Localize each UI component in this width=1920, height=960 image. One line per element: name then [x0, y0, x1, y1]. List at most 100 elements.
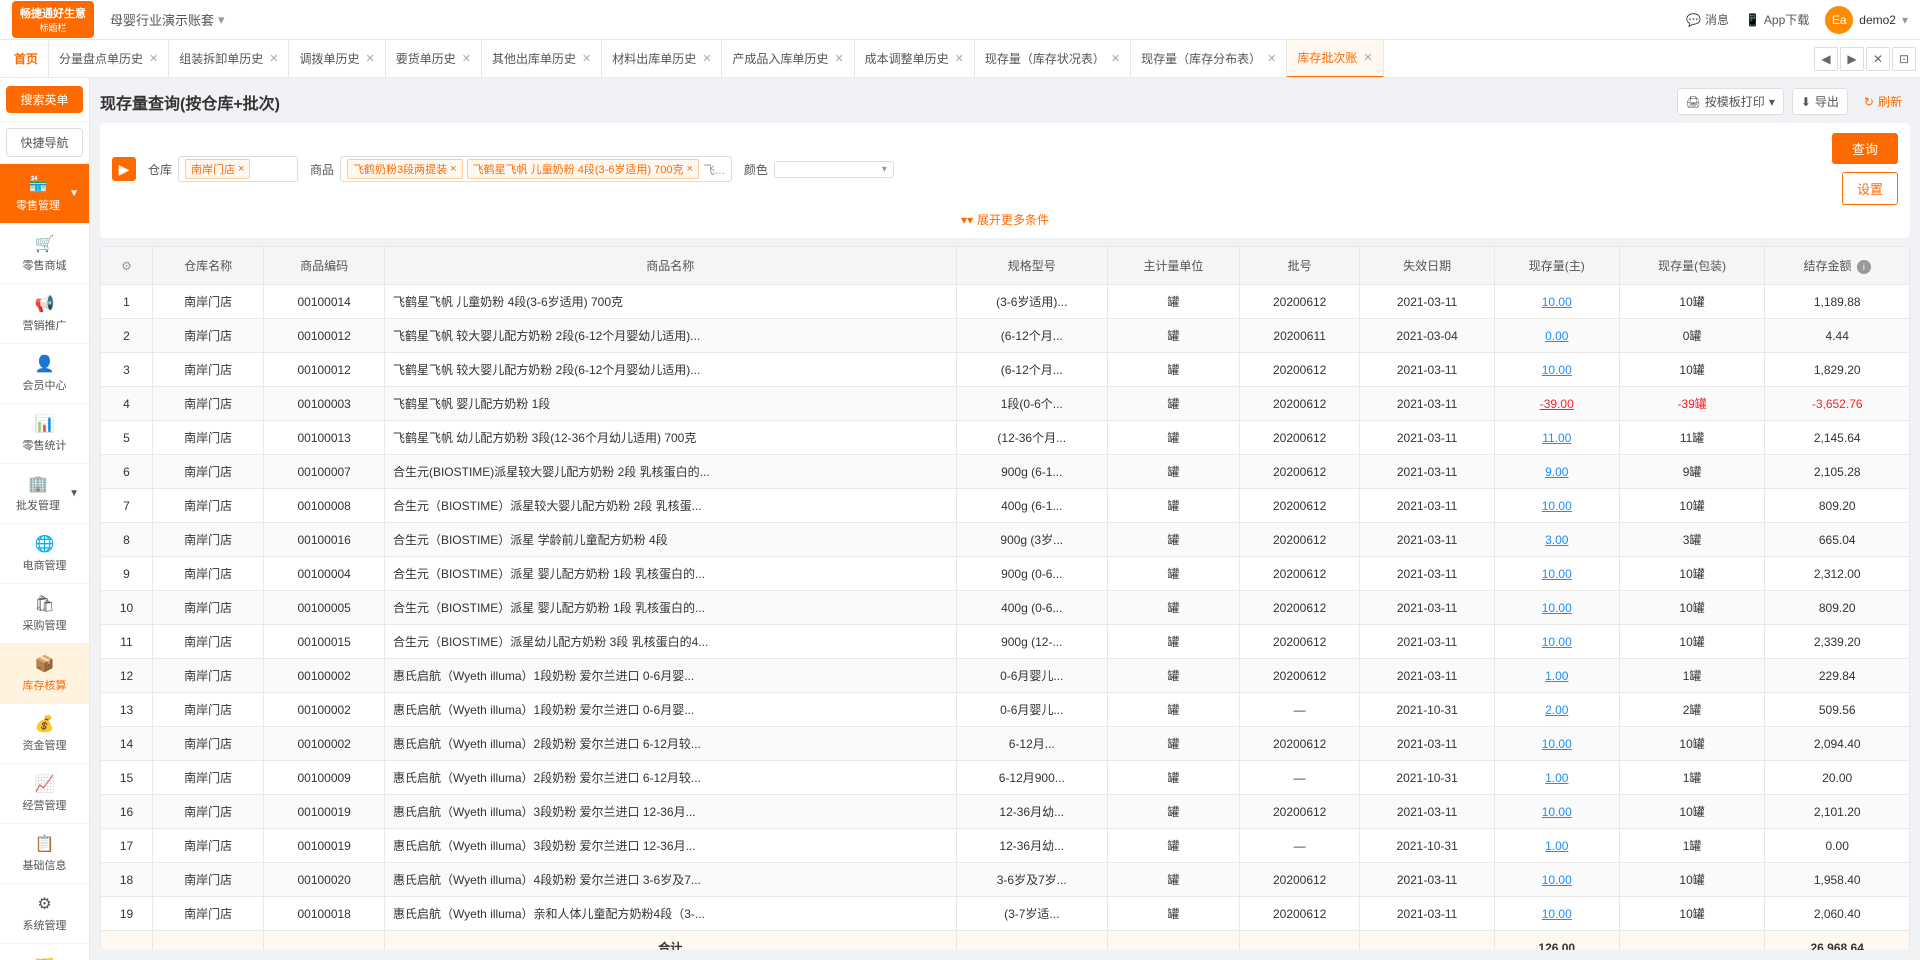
row-qty-main[interactable]: 10.00 [1494, 863, 1619, 897]
row-qty-main[interactable]: 10.00 [1494, 625, 1619, 659]
tab-8[interactable]: 成本调整单历史 ✕ [855, 40, 975, 78]
info-icon[interactable]: i [1857, 260, 1871, 274]
sidebar-item-basic-info[interactable]: 📋 基础信息 [0, 824, 89, 884]
row-qty-main[interactable]: 2.00 [1494, 693, 1619, 727]
sidebar-item-inventory[interactable]: 📦 库存核算 [0, 644, 89, 704]
company-dropdown[interactable]: 母婴行业演示账套 ▾ [110, 10, 225, 29]
sidebar-item-sys-mgmt[interactable]: ⚙ 系统管理 [0, 884, 89, 944]
tab-close-icon[interactable]: ✕ [366, 52, 375, 65]
row-qty-main[interactable]: 1.00 [1494, 761, 1619, 795]
row-qty-pkg: 10罐 [1619, 863, 1765, 897]
print-button[interactable]: 🖨 按模板打印 ▾ [1677, 88, 1784, 115]
color-label: 颜色 [744, 161, 768, 178]
user-avatar-area[interactable]: Ea demo2 ▾ [1825, 6, 1908, 34]
tab-4[interactable]: 要货单历史 ✕ [386, 40, 482, 78]
tab-next-button[interactable]: ▶ [1840, 47, 1864, 71]
marketing-icon: 📢 [35, 294, 55, 314]
row-qty-main[interactable]: 10.00 [1494, 795, 1619, 829]
tab-9[interactable]: 现存量（库存状况表） ✕ [975, 40, 1131, 78]
refresh-button[interactable]: ↻ 刷新 [1856, 89, 1910, 114]
tab-11[interactable]: 库存批次账 ✕ [1287, 40, 1383, 78]
filter-right-actions: 查询 设置 [1832, 133, 1898, 205]
sidebar-item-retail-stats[interactable]: 📊 零售统计 [0, 404, 89, 464]
tab-close-all-button[interactable]: ✕ [1866, 47, 1890, 71]
tab-6[interactable]: 材料出库单历史 ✕ [602, 40, 722, 78]
row-qty-main[interactable]: 10.00 [1494, 591, 1619, 625]
shortcut-nav-button[interactable]: 快捷导航 [6, 128, 83, 157]
tab-3[interactable]: 调拨单历史 ✕ [289, 40, 385, 78]
row-name: 惠氏启航（Wyeth illuma）1段奶粉 爱尔兰进口 0-6月婴... [384, 693, 956, 727]
row-qty-main[interactable]: 10.00 [1494, 353, 1619, 387]
tag-close-icon[interactable]: × [238, 163, 244, 175]
row-unit: 罐 [1107, 421, 1239, 455]
tag-close-icon[interactable]: × [450, 163, 456, 175]
tab-1[interactable]: 分量盘点单历史 ✕ [49, 40, 169, 78]
sidebar-item-retail-store[interactable]: 🛒 零售商城 [0, 224, 89, 284]
col-settings[interactable]: ⚙ [101, 247, 153, 285]
row-name: 惠氏启航（Wyeth illuma）2段奶粉 爱尔兰进口 6-12月较... [384, 727, 956, 761]
tab-close-icon[interactable]: ✕ [1363, 51, 1372, 64]
row-spec: (6-12个月... [956, 319, 1107, 353]
row-qty-main[interactable]: 1.00 [1494, 829, 1619, 863]
tab-close-icon[interactable]: ✕ [462, 52, 471, 65]
tab-2[interactable]: 组装拆卸单历史 ✕ [169, 40, 289, 78]
sidebar-item-member[interactable]: 👤 会员中心 [0, 344, 89, 404]
row-qty-pkg: 1罐 [1619, 761, 1765, 795]
tab-close-icon[interactable]: ✕ [834, 52, 843, 65]
tab-close-icon[interactable]: ✕ [702, 52, 711, 65]
row-qty-main[interactable]: 3.00 [1494, 523, 1619, 557]
tab-7[interactable]: 产成品入库单历史 ✕ [722, 40, 854, 78]
sidebar-item-enterprise[interactable]: 🤝 企业协同 [0, 944, 89, 960]
row-qty-main[interactable]: -39.00 [1494, 387, 1619, 421]
tab-menu-button[interactable]: ⊡ [1892, 47, 1916, 71]
settings-icon[interactable]: ⚙ [121, 259, 132, 273]
row-qty-main[interactable]: 10.00 [1494, 897, 1619, 931]
tab-home[interactable]: 首页 [4, 40, 49, 78]
app-download-button[interactable]: 📱 App下载 [1745, 11, 1809, 28]
row-qty-main[interactable]: 9.00 [1494, 455, 1619, 489]
table-header-row: ⚙ 仓库名称 商品编码 商品名称 规格型号 主计量单位 批号 失效日期 现存量(… [101, 247, 1910, 285]
row-qty-main[interactable]: 1.00 [1494, 659, 1619, 693]
tab-close-icon[interactable]: ✕ [955, 52, 964, 65]
query-button[interactable]: 查询 [1832, 133, 1898, 164]
row-qty-main[interactable]: 10.00 [1494, 727, 1619, 761]
row-unit: 罐 [1107, 387, 1239, 421]
row-qty-pkg: 1罐 [1619, 829, 1765, 863]
row-qty-main[interactable]: 10.00 [1494, 489, 1619, 523]
warehouse-filter-input[interactable]: 南岸门店 × [178, 156, 298, 182]
row-qty-pkg: 9罐 [1619, 455, 1765, 489]
sidebar-item-retail-mgmt[interactable]: 🏪 零售管理 ▼ [0, 164, 89, 224]
row-unit: 罐 [1107, 285, 1239, 319]
settings-button[interactable]: 设置 [1842, 172, 1898, 205]
filter-expand-icon[interactable]: ▶ [112, 157, 136, 181]
tab-close-icon[interactable]: ✕ [1267, 52, 1276, 65]
sidebar-item-ecommerce[interactable]: 🌐 电商管理 [0, 524, 89, 584]
row-qty-main[interactable]: 10.00 [1494, 285, 1619, 319]
warehouse-tag: 南岸门店 × [185, 159, 250, 179]
tab-5[interactable]: 其他出库单历史 ✕ [482, 40, 602, 78]
tab-10[interactable]: 现存量（库存分布表） ✕ [1131, 40, 1287, 78]
row-qty-main[interactable]: 0.00 [1494, 319, 1619, 353]
color-filter-input[interactable]: ▾ [774, 161, 894, 178]
tab-close-icon[interactable]: ✕ [582, 52, 591, 65]
tab-prev-button[interactable]: ◀ [1814, 47, 1838, 71]
messages-button[interactable]: 💬 消息 [1686, 11, 1729, 28]
sidebar-item-marketing[interactable]: 📢 营销推广 [0, 284, 89, 344]
sidebar-item-purchase[interactable]: 🛍 采购管理 [0, 584, 89, 644]
row-qty-main[interactable]: 11.00 [1494, 421, 1619, 455]
expand-more-conditions[interactable]: ▾▾ 展开更多条件 [112, 211, 1898, 228]
export-button[interactable]: ⬇ 导出 [1792, 88, 1848, 115]
sidebar-item-finance[interactable]: 💰 资金管理 [0, 704, 89, 764]
tab-close-icon[interactable]: ✕ [269, 52, 278, 65]
product-filter-input[interactable]: 飞鹤奶粉3段两提装 × 飞鹤星飞帆 儿童奶粉 4段(3-6岁适用) 700克 ×… [340, 156, 732, 182]
tag-close-icon[interactable]: × [686, 163, 692, 175]
sidebar-item-wholesale[interactable]: 🏢 批发管理 ▼ [0, 464, 89, 524]
sidebar-item-operations[interactable]: 📈 经营管理 [0, 764, 89, 824]
tab-close-icon[interactable]: ✕ [1111, 52, 1120, 65]
tab-close-icon[interactable]: ✕ [149, 52, 158, 65]
filter-row: ▶ 仓库 南岸门店 × 商品 飞鹤奶粉3段两提装 [112, 133, 1898, 205]
row-expiry: 2021-03-11 [1360, 387, 1494, 421]
search-english-button[interactable]: 搜索英单 [6, 86, 83, 113]
col-batch: 批号 [1239, 247, 1360, 285]
row-qty-main[interactable]: 10.00 [1494, 557, 1619, 591]
